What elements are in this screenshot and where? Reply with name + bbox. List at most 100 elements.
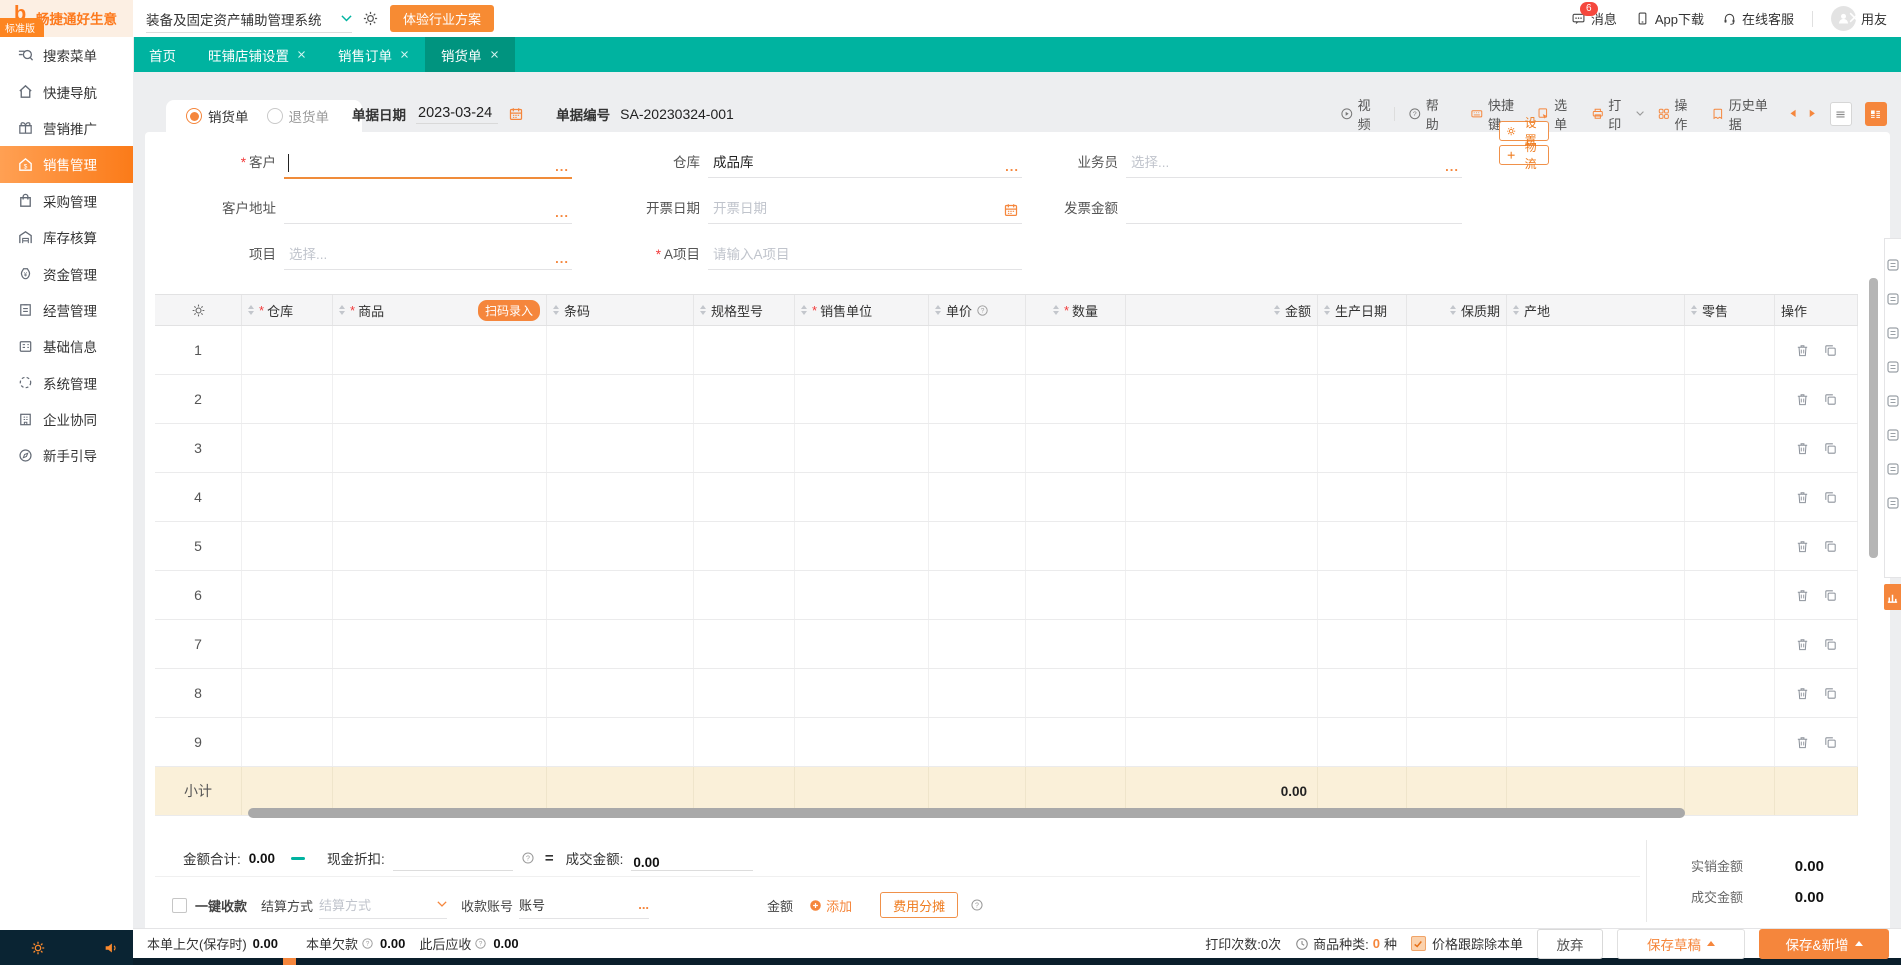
horizontal-scrollbar[interactable] [248,808,1685,818]
sidebar-item-2[interactable]: 营销推广 [0,110,133,146]
table-cell[interactable] [333,620,547,668]
next-doc-icon[interactable] [1809,109,1816,120]
tab-doc-2[interactable]: 销售订单 [322,37,425,72]
table-cell[interactable] [1507,620,1685,668]
history-button[interactable]: 历史单据 [1711,95,1776,133]
sort-icon[interactable] [1324,305,1330,315]
table-cell[interactable] [795,620,929,668]
field-input-2[interactable]: 选择...... [1126,149,1462,178]
table-cell[interactable] [1507,718,1685,766]
table-cell[interactable] [1685,424,1775,472]
table-cell[interactable] [1507,571,1685,619]
doc-type-sale[interactable]: 销货单 [186,106,249,126]
table-cell[interactable] [694,424,795,472]
table-cell[interactable] [694,571,795,619]
table-cell[interactable] [795,473,929,521]
table-cell[interactable] [795,326,929,374]
table-cell[interactable] [1685,620,1775,668]
table-cell[interactable] [795,669,929,717]
question-circle-icon[interactable]: ? [474,937,487,950]
table-cell[interactable] [1126,669,1318,717]
column-header-数量[interactable]: * 数量 [1026,295,1126,325]
row-actions-cell[interactable] [1775,375,1858,423]
table-cell[interactable] [1685,375,1775,423]
table-cell[interactable] [1318,718,1407,766]
row-actions-cell[interactable] [1775,473,1858,521]
table-cell[interactable] [1407,620,1507,668]
tabbar-close-icon[interactable] [1848,11,1861,24]
table-cell[interactable] [1126,375,1318,423]
table-cell[interactable] [1685,522,1775,570]
sort-icon[interactable] [1513,305,1519,315]
column-header-生产日期[interactable]: 生产日期 [1318,295,1407,325]
table-cell[interactable] [1507,522,1685,570]
table-cell[interactable] [1407,424,1507,472]
table-cell[interactable] [1407,669,1507,717]
field-input-3[interactable]: ... [284,195,572,224]
table-cell[interactable] [1507,669,1685,717]
table-cell[interactable] [1318,375,1407,423]
table-cell[interactable] [795,375,929,423]
column-header-index[interactable] [155,295,242,325]
video-button[interactable]: 视频 [1340,95,1381,133]
tab-close-icon[interactable] [490,50,499,59]
table-cell[interactable] [929,669,1026,717]
operations-button[interactable]: 操作 [1657,95,1698,133]
help-button[interactable]: ? 帮助 [1408,95,1449,133]
save-draft-button[interactable]: 保存草稿 [1617,928,1745,959]
settle-method-select[interactable]: 结算方式 [319,892,448,919]
table-cell[interactable] [333,571,547,619]
table-cell[interactable] [1026,669,1126,717]
table-cell[interactable] [1685,326,1775,374]
field-input-5[interactable] [1126,195,1462,224]
question-circle-icon[interactable]: ? [361,937,374,950]
table-cell[interactable] [694,718,795,766]
row-actions-cell[interactable] [1775,326,1858,374]
table-cell[interactable] [547,718,694,766]
sidebar-item-7[interactable]: 经营管理 [0,292,133,328]
row-actions-cell[interactable] [1775,620,1858,668]
table-cell[interactable] [1685,669,1775,717]
table-cell[interactable] [242,522,333,570]
sidebar-item-0[interactable]: 搜索菜单 [0,37,133,73]
online-service-button[interactable]: 在线客服 [1722,9,1794,28]
table-cell[interactable] [1126,571,1318,619]
table-cell[interactable] [242,424,333,472]
tab-doc-3[interactable]: 销货单 [425,37,515,72]
logistics-button[interactable]: 物流 [1499,140,1549,171]
column-header-商品[interactable]: * 商品 扫码录入 [333,295,547,325]
table-cell[interactable] [1407,375,1507,423]
table-cell[interactable] [1407,473,1507,521]
table-cell[interactable] [1407,326,1507,374]
column-header-产地[interactable]: 产地 [1507,295,1685,325]
table-cell[interactable] [694,375,795,423]
row-actions-cell[interactable] [1775,718,1858,766]
table-cell[interactable] [333,718,547,766]
table-cell[interactable] [547,522,694,570]
table-cell[interactable] [242,326,333,374]
one-click-receipt-checkbox[interactable] [172,897,187,913]
sort-icon[interactable] [339,305,345,315]
system-select[interactable]: 装备及固定资产辅助管理系统 [146,5,352,33]
gear-icon[interactable] [362,10,379,27]
table-cell[interactable] [1407,522,1507,570]
table-cell[interactable] [929,375,1026,423]
sidebar-item-8[interactable]: 基础信息 [0,328,133,364]
doc-type-return[interactable]: 退货单 [266,106,329,126]
table-cell[interactable] [929,473,1026,521]
table-cell[interactable] [547,669,694,717]
table-cell[interactable] [1407,718,1507,766]
column-header-金额[interactable]: 金额 [1126,295,1318,325]
table-cell[interactable] [1026,718,1126,766]
right-dock-active-item[interactable] [1884,584,1901,610]
table-cell[interactable] [242,718,333,766]
sidebar-item-11[interactable]: 新手引导 [0,437,133,473]
sort-icon[interactable] [1691,305,1697,315]
table-cell[interactable] [694,620,795,668]
sidebar-item-10[interactable]: 企业协同 [0,401,133,437]
table-cell[interactable] [929,620,1026,668]
more-icon[interactable]: ... [638,897,649,912]
column-header-零售价[interactable]: 零售价 [1685,295,1775,325]
table-cell[interactable] [1026,571,1126,619]
table-cell[interactable] [795,522,929,570]
